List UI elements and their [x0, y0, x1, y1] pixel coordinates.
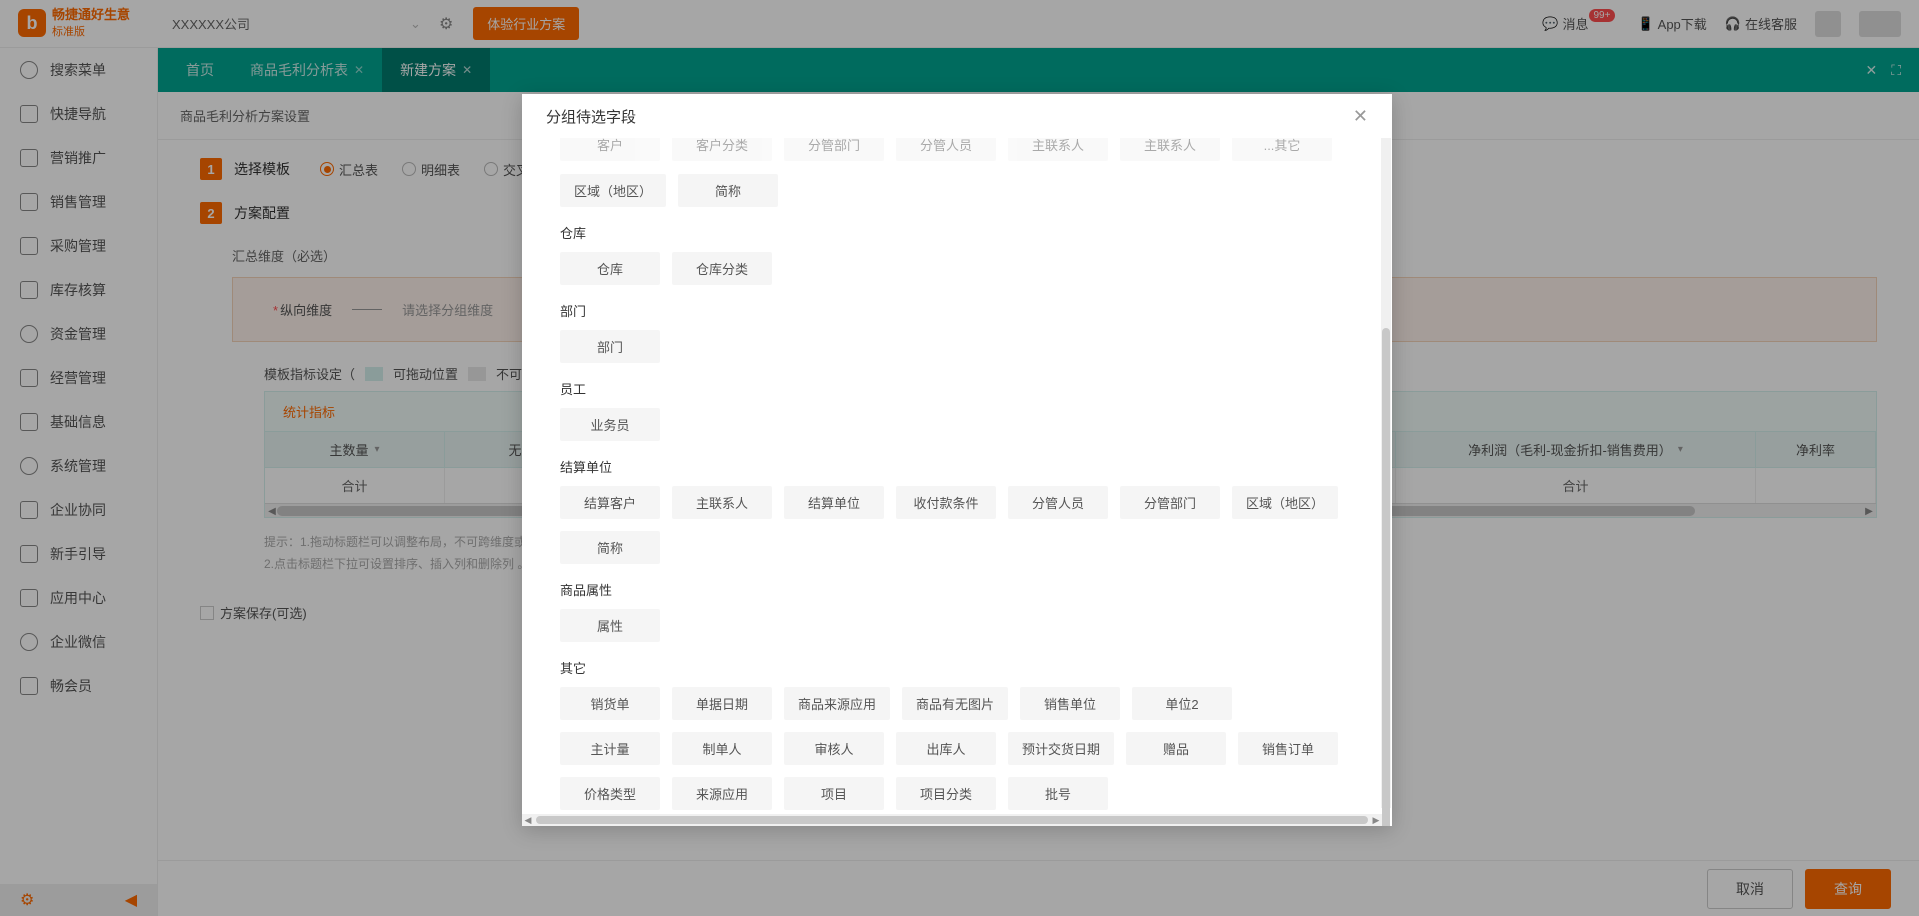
modal-header: 分组待选字段 ✕ [522, 94, 1392, 138]
field-chip[interactable]: 收付款条件 [896, 486, 996, 519]
field-chip[interactable]: 部门 [560, 330, 660, 363]
field-chip[interactable]: 业务员 [560, 408, 660, 441]
field-chip[interactable]: 客户 [560, 138, 660, 161]
field-chip[interactable]: ...其它 [1232, 138, 1332, 161]
chip-row: 业务员 [560, 408, 1342, 441]
modal-close-icon[interactable]: ✕ [1353, 106, 1368, 127]
group-title: 结算单位 [560, 457, 1342, 476]
field-group: 商品属性属性 [560, 580, 1342, 642]
group-title: 仓库 [560, 223, 1342, 242]
chip-row: 属性 [560, 609, 1342, 642]
field-chip[interactable]: 仓库分类 [672, 252, 772, 285]
field-chip[interactable]: 出库人 [896, 732, 996, 765]
group-title: 部门 [560, 301, 1342, 320]
field-group: 部门部门 [560, 301, 1342, 363]
field-chip[interactable]: 预计交货日期 [1008, 732, 1114, 765]
field-chip[interactable]: 分管部门 [1120, 486, 1220, 519]
field-chip[interactable]: 商品有无图片 [902, 687, 1008, 720]
field-chip[interactable]: 主联系人 [672, 486, 772, 519]
field-group: 仓库仓库仓库分类 [560, 223, 1342, 285]
field-chip[interactable]: 销售单位 [1020, 687, 1120, 720]
field-chip[interactable]: 仓库 [560, 252, 660, 285]
field-chip[interactable]: 制单人 [672, 732, 772, 765]
field-chip[interactable]: 简称 [560, 531, 660, 564]
field-chip[interactable]: 分管人员 [896, 138, 996, 161]
scroll-thumb[interactable] [536, 816, 1368, 824]
field-chip[interactable]: 结算客户 [560, 486, 660, 519]
scroll-right-icon[interactable]: ▶ [1370, 814, 1382, 826]
field-chip[interactable]: 来源应用 [672, 777, 772, 810]
field-chip-region[interactable]: 区域（地区） [560, 174, 666, 207]
modal-vertical-scrollbar[interactable] [1381, 138, 1391, 808]
field-chip[interactable]: 单据日期 [672, 687, 772, 720]
group-title: 商品属性 [560, 580, 1342, 599]
field-chip[interactable]: 属性 [560, 609, 660, 642]
scroll-thumb[interactable] [1382, 328, 1390, 826]
scroll-left-icon[interactable]: ◀ [522, 814, 534, 826]
field-chip[interactable]: 价格类型 [560, 777, 660, 810]
chip-row: 区域（地区） 简称 [560, 174, 1342, 207]
field-chip-shortname[interactable]: 简称 [678, 174, 778, 207]
field-chip[interactable]: 区域（地区） [1232, 486, 1338, 519]
field-chip[interactable]: 主联系人 [1120, 138, 1220, 161]
modal-horizontal-scrollbar[interactable]: ◀ ▶ [522, 814, 1382, 826]
partial-row: 客户 客户分类 分管部门 分管人员 主联系人 主联系人 ...其它 [560, 138, 1342, 162]
field-chip[interactable]: 审核人 [784, 732, 884, 765]
field-chip[interactable]: 分管部门 [784, 138, 884, 161]
field-chip[interactable]: 项目分类 [896, 777, 996, 810]
field-chip[interactable]: 赠品 [1126, 732, 1226, 765]
field-chip[interactable]: 客户分类 [672, 138, 772, 161]
field-chip[interactable]: 项目 [784, 777, 884, 810]
field-chip[interactable]: 销售订单 [1238, 732, 1338, 765]
field-chip[interactable]: 商品来源应用 [784, 687, 890, 720]
field-chip[interactable]: 单位2 [1132, 687, 1232, 720]
field-selector-modal: 分组待选字段 ✕ 客户 客户分类 分管部门 分管人员 主联系人 主联系人 ...… [522, 94, 1392, 826]
field-chip[interactable]: 销货单 [560, 687, 660, 720]
field-chip[interactable]: 分管人员 [1008, 486, 1108, 519]
modal-title: 分组待选字段 [546, 106, 636, 127]
field-group: 其它销货单单据日期商品来源应用商品有无图片销售单位单位2 主计量制单人审核人出库人… [560, 658, 1342, 810]
modal-body: 客户 客户分类 分管部门 分管人员 主联系人 主联系人 ...其它 区域（地区）… [522, 138, 1392, 826]
chip-row: 部门 [560, 330, 1342, 363]
group-title: 其它 [560, 658, 1342, 677]
chip-row: 销货单单据日期商品来源应用商品有无图片销售单位单位2 主计量制单人审核人出库人预计… [560, 687, 1342, 810]
field-chip[interactable]: 主计量 [560, 732, 660, 765]
field-group: 结算单位结算客户主联系人结算单位收付款条件分管人员分管部门区域（地区）简称 [560, 457, 1342, 564]
field-chip[interactable]: 结算单位 [784, 486, 884, 519]
chip-row: 结算客户主联系人结算单位收付款条件分管人员分管部门区域（地区） 简称 [560, 486, 1342, 564]
field-group: 员工业务员 [560, 379, 1342, 441]
group-title: 员工 [560, 379, 1342, 398]
field-chip[interactable]: 主联系人 [1008, 138, 1108, 161]
chip-row: 仓库仓库分类 [560, 252, 1342, 285]
field-chip[interactable]: 批号 [1008, 777, 1108, 810]
